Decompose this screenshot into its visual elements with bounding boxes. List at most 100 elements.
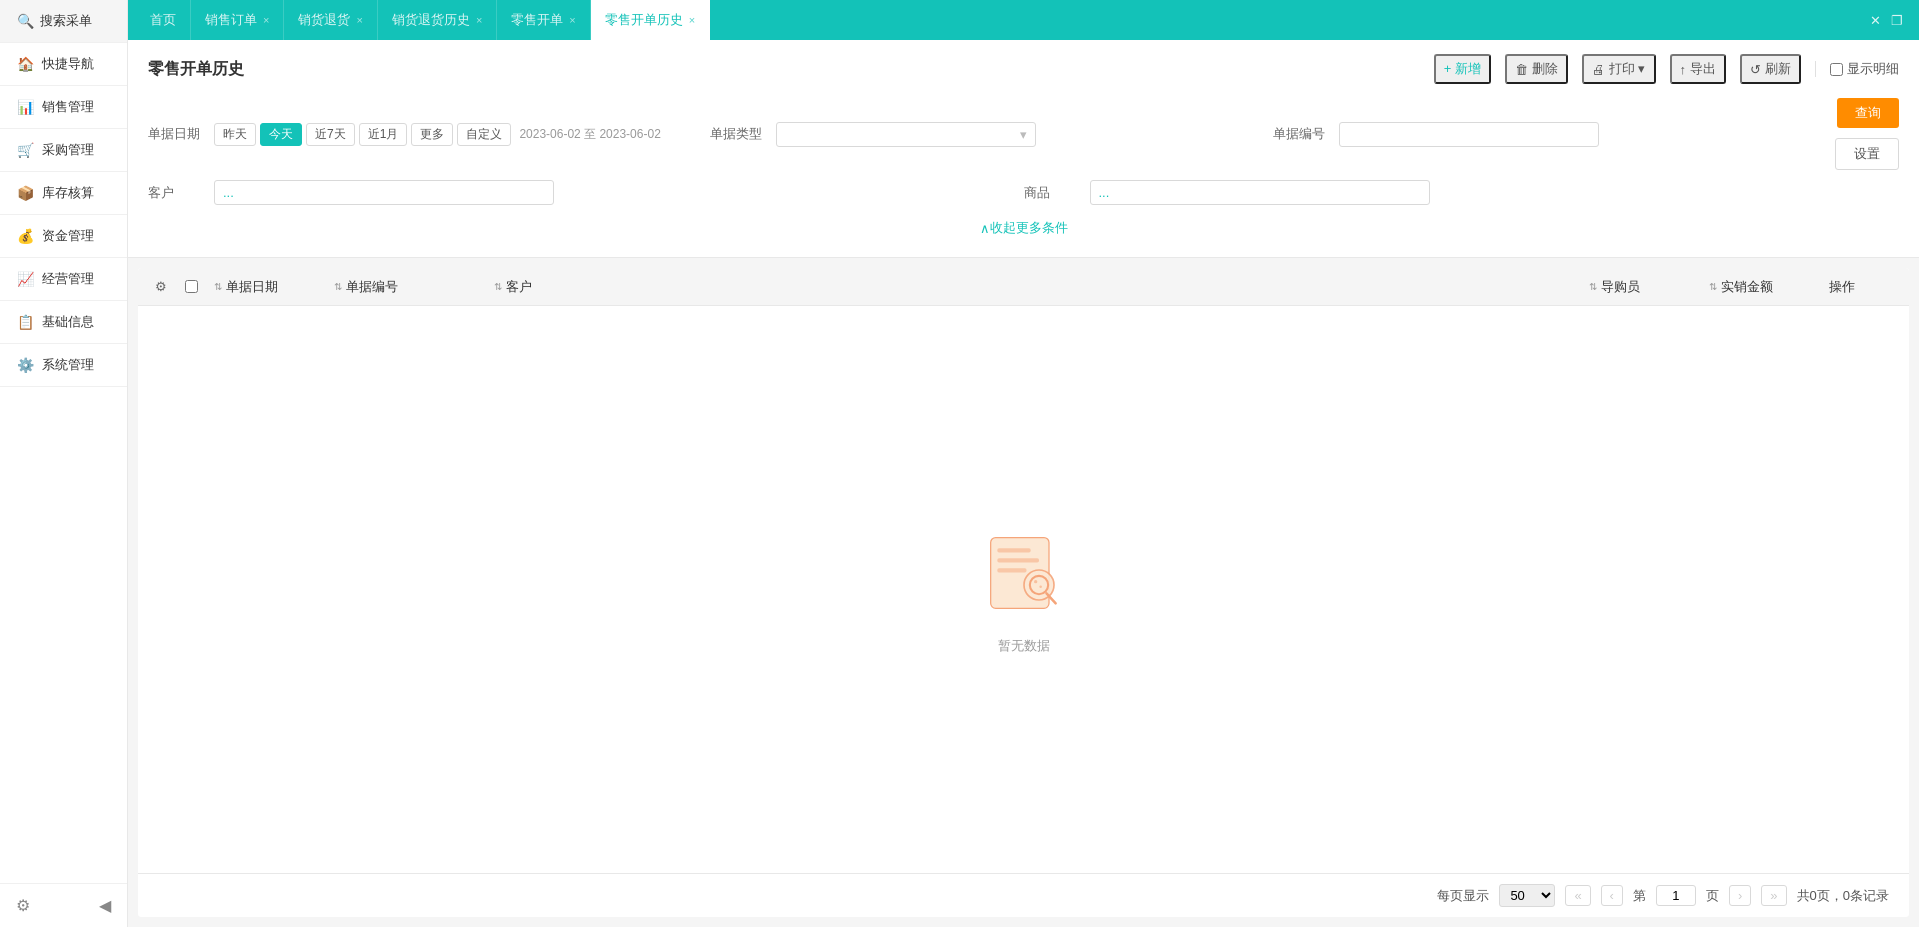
th-ops: 操作 xyxy=(1821,278,1901,296)
sidebar-bottom: ⚙ ◀ xyxy=(0,883,127,927)
print-button[interactable]: 🖨 打印 ▾ xyxy=(1582,54,1656,84)
search-icon: 🔍 xyxy=(16,12,34,30)
sidebar-item-quick-nav[interactable]: 🏠 快捷导航 xyxy=(0,43,127,86)
date-btn-custom[interactable]: 自定义 xyxy=(457,123,511,146)
settings-button[interactable]: 设置 xyxy=(1835,138,1899,170)
date-btn-yesterday[interactable]: 昨天 xyxy=(214,123,256,146)
sort-icon-amount[interactable]: ⇅ xyxy=(1709,281,1717,292)
delete-icon: 🗑 xyxy=(1515,62,1528,77)
collapse-row[interactable]: ∧ 收起更多条件 xyxy=(148,215,1899,245)
select-all-input[interactable] xyxy=(185,280,198,293)
tab-retail-history[interactable]: 零售开单历史 × xyxy=(591,0,710,40)
tab-sales-order-close[interactable]: × xyxy=(263,15,269,26)
tab-bar-right: ✕ ❐ xyxy=(1870,13,1911,28)
content: 零售开单历史 + 新增 🗑 🗑 删除 删除 🖨 打印 ▾ ↑ 导出 xyxy=(128,40,1919,927)
page-header: 零售开单历史 + 新增 🗑 🗑 删除 删除 🖨 打印 ▾ ↑ 导出 xyxy=(128,40,1919,258)
customer-input[interactable]: ... xyxy=(214,180,554,205)
home-icon: 🏠 xyxy=(16,55,34,73)
chevron-down-icon: ▾ xyxy=(1020,127,1027,142)
print-icon: 🖨 xyxy=(1592,62,1605,77)
goods-label: 商品 xyxy=(1024,184,1082,202)
customer-field: 客户 ... xyxy=(148,180,1024,205)
type-select[interactable]: ▾ xyxy=(776,122,1036,147)
tab-sales-return-history[interactable]: 销货退货历史 × xyxy=(378,0,497,40)
toolbar: + 新增 🗑 🗑 删除 删除 🖨 打印 ▾ ↑ 导出 xyxy=(1434,54,1899,84)
tab-sales-order[interactable]: 销售订单 × xyxy=(191,0,284,40)
tab-sales-return-close[interactable]: × xyxy=(356,15,362,26)
sales-icon: 📊 xyxy=(16,98,34,116)
number-field: 单据编号 xyxy=(1273,122,1835,147)
sidebar-label-sales-mgmt: 销售管理 xyxy=(42,98,94,116)
search-form: 单据日期 昨天 今天 近7天 近1月 更多 自定义 2023-06-02 至 2… xyxy=(148,98,1899,257)
date-btn-last7[interactable]: 近7天 xyxy=(306,123,355,146)
goods-ellipsis: ... xyxy=(1099,185,1110,200)
column-settings-icon[interactable]: ⚙ xyxy=(146,279,176,294)
display-detail-label: 显示明细 xyxy=(1847,60,1899,78)
sidebar-item-finance[interactable]: 💰 资金管理 xyxy=(0,215,127,258)
th-ops-label: 操作 xyxy=(1829,278,1855,296)
number-input[interactable] xyxy=(1339,122,1599,147)
page-unit: 页 xyxy=(1706,887,1719,905)
first-page-btn[interactable]: « xyxy=(1565,885,1590,906)
display-detail-checkbox[interactable]: 显示明细 xyxy=(1830,60,1899,78)
sidebar-item-operations[interactable]: 📈 经营管理 xyxy=(0,258,127,301)
sidebar-item-inventory[interactable]: 📦 库存核算 xyxy=(0,172,127,215)
type-label: 单据类型 xyxy=(710,125,768,143)
form-row-1: 单据日期 昨天 今天 近7天 近1月 更多 自定义 2023-06-02 至 2… xyxy=(148,98,1899,170)
sidebar-item-sales-mgmt[interactable]: 📊 销售管理 xyxy=(0,86,127,129)
tab-sales-return[interactable]: 销货退货 × xyxy=(284,0,377,40)
export-button[interactable]: ↑ 导出 xyxy=(1670,54,1727,84)
svg-rect-3 xyxy=(997,568,1026,572)
date-btn-more[interactable]: 更多 xyxy=(411,123,453,146)
finance-icon: 💰 xyxy=(16,227,34,245)
date-btn-last-month[interactable]: 近1月 xyxy=(359,123,408,146)
sidebar-label-inventory: 库存核算 xyxy=(42,184,94,202)
window-restore-icon[interactable]: ❐ xyxy=(1891,13,1903,28)
select-all-checkbox[interactable] xyxy=(176,280,206,293)
prev-page-btn[interactable]: ‹ xyxy=(1601,885,1623,906)
display-detail-input[interactable] xyxy=(1830,63,1843,76)
last-page-btn[interactable]: » xyxy=(1761,885,1786,906)
sort-icon-date[interactable]: ⇅ xyxy=(214,281,222,292)
sort-icon-customer[interactable]: ⇅ xyxy=(494,281,502,292)
page-label: 第 xyxy=(1633,887,1646,905)
sidebar-item-sys-mgmt[interactable]: ⚙️ 系统管理 xyxy=(0,344,127,387)
sidebar-label-operations: 经营管理 xyxy=(42,270,94,288)
query-button[interactable]: 查询 xyxy=(1837,98,1899,128)
svg-point-7 xyxy=(1034,580,1037,583)
delete-button[interactable]: 🗑 🗑 删除 删除 xyxy=(1505,54,1568,84)
tab-retail-history-close[interactable]: × xyxy=(689,15,695,26)
sort-icon-number[interactable]: ⇅ xyxy=(334,281,342,292)
window-close-icon[interactable]: ✕ xyxy=(1870,13,1881,28)
table-area: ⚙ ⇅ 单据日期 ⇅ 单据编号 ⇅ 客户 ⇅ 导购员 xyxy=(138,268,1909,917)
th-customer: ⇅ 客户 xyxy=(486,278,1581,296)
add-button[interactable]: + 新增 xyxy=(1434,54,1491,84)
th-number: ⇅ 单据编号 xyxy=(326,278,486,296)
sidebar-label-purchase-mgmt: 采购管理 xyxy=(42,141,94,159)
sidebar-item-basic-info[interactable]: 📋 基础信息 xyxy=(0,301,127,344)
empty-text: 暂无数据 xyxy=(998,637,1050,655)
tab-retail-open-close[interactable]: × xyxy=(569,15,575,26)
settings-bottom-icon[interactable]: ⚙ xyxy=(16,896,30,915)
tab-sales-return-history-close[interactable]: × xyxy=(476,15,482,26)
page-title: 零售开单历史 xyxy=(148,59,244,80)
goods-input[interactable]: ... xyxy=(1090,180,1430,205)
basic-info-icon: 📋 xyxy=(16,313,34,331)
sidebar-item-purchase-mgmt[interactable]: 🛒 采购管理 xyxy=(0,129,127,172)
refresh-button[interactable]: ↺ 刷新 xyxy=(1740,54,1801,84)
svg-rect-2 xyxy=(997,558,1039,562)
page-size-select[interactable]: 50 10 20 100 xyxy=(1499,884,1555,907)
date-btn-today[interactable]: 今天 xyxy=(260,123,302,146)
sort-icon-guide[interactable]: ⇅ xyxy=(1589,281,1597,292)
tab-retail-open[interactable]: 零售开单 × xyxy=(497,0,590,40)
page-title-row: 零售开单历史 + 新增 🗑 🗑 删除 删除 🖨 打印 ▾ ↑ 导出 xyxy=(148,54,1899,84)
page-input[interactable] xyxy=(1656,885,1696,906)
customer-label: 客户 xyxy=(148,184,206,202)
next-page-btn[interactable]: › xyxy=(1729,885,1751,906)
sidebar-search[interactable]: 🔍 搜索采单 xyxy=(0,0,127,43)
toolbar-divider xyxy=(1815,61,1816,77)
tab-home[interactable]: 首页 xyxy=(136,0,191,40)
collapse-sidebar-icon[interactable]: ◀ xyxy=(99,896,111,915)
operations-icon: 📈 xyxy=(16,270,34,288)
collapse-up-icon: ∧ xyxy=(980,221,990,236)
